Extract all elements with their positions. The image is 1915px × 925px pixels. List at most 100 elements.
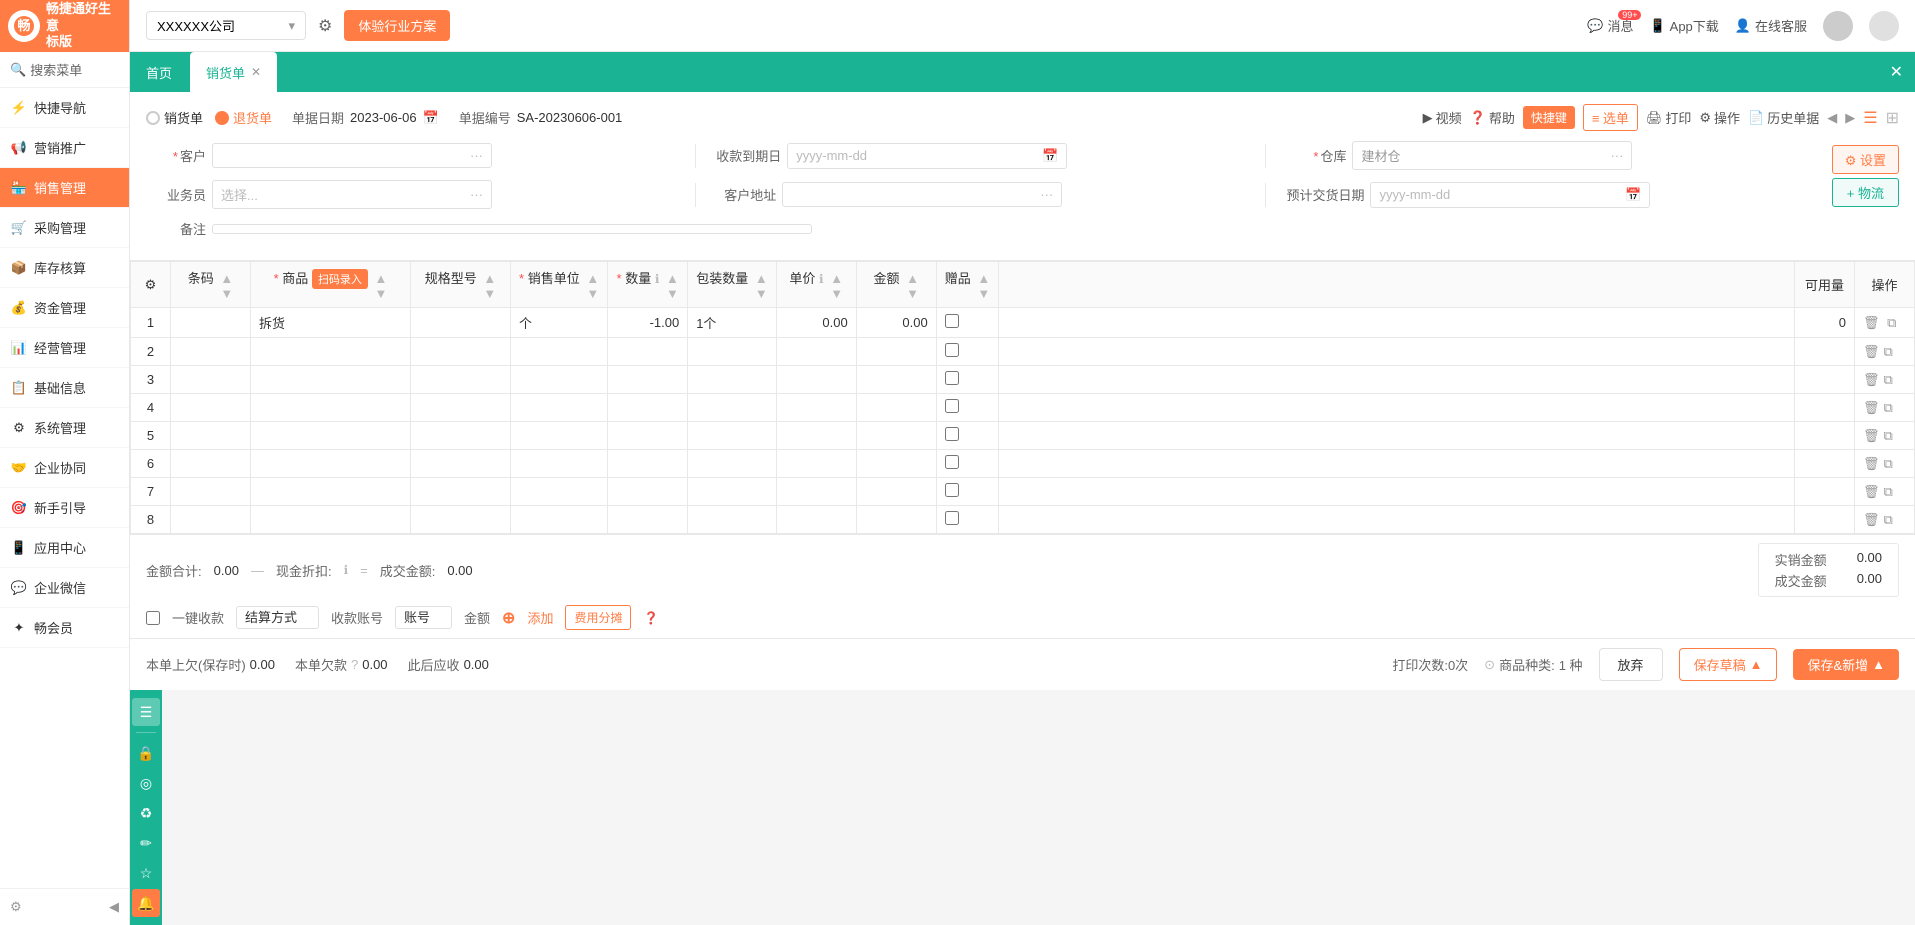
save-draft-button[interactable]: 保存草稿 ▲: [1679, 648, 1778, 681]
sidebar-item-enterprise[interactable]: 🤝 企业协同: [0, 448, 129, 488]
gift-checkbox[interactable]: [945, 483, 959, 497]
trial-button[interactable]: 体验行业方案: [344, 10, 450, 41]
gift-checkbox[interactable]: [945, 399, 959, 413]
right-panel-refresh-icon[interactable]: ♻: [132, 799, 160, 827]
radio-return[interactable]: 退货单: [215, 108, 272, 127]
delete-icon[interactable]: 🗑: [1863, 428, 1880, 443]
collapse-icon[interactable]: ◀: [109, 899, 119, 915]
sidebar-item-wechat[interactable]: 💬 企业微信: [0, 568, 129, 608]
copy-icon[interactable]: ⧉: [1884, 484, 1893, 499]
sidebar-item-basic[interactable]: 📋 基础信息: [0, 368, 129, 408]
user-avatar[interactable]: [1823, 11, 1853, 41]
th-settings[interactable]: ⚙: [131, 262, 171, 308]
list-view-icon[interactable]: ☰: [1863, 108, 1877, 128]
sidebar-item-marketing[interactable]: 📢 营销推广: [0, 128, 129, 168]
prev-icon[interactable]: ◀: [1827, 110, 1837, 126]
settlement-method-select[interactable]: 结算方式: [236, 606, 319, 629]
message-button[interactable]: 💬 消息 99+: [1587, 16, 1633, 35]
tab-home[interactable]: 首页: [130, 52, 188, 92]
online-service-button[interactable]: 👤 在线客服: [1735, 16, 1807, 35]
calendar-icon[interactable]: 📅: [423, 110, 439, 126]
delete-icon[interactable]: 🗑: [1863, 456, 1880, 471]
gift-checkbox[interactable]: [945, 314, 959, 328]
copy-icon[interactable]: ⧉: [1887, 315, 1896, 330]
expected-delivery-input[interactable]: yyyy-mm-dd 📅: [1370, 182, 1650, 208]
payment-cal-icon[interactable]: 📅: [1042, 148, 1058, 164]
ship-button[interactable]: + 物流: [1832, 178, 1899, 207]
sidebar-item-member[interactable]: ✦ 畅会员: [0, 608, 129, 648]
row-unit[interactable]: 个: [511, 308, 608, 338]
add-label[interactable]: 添加: [527, 608, 553, 627]
app-download-button[interactable]: 📱 App下载: [1649, 16, 1718, 35]
one-click-pay-checkbox[interactable]: [146, 611, 160, 625]
help-action[interactable]: ❓ 帮助: [1470, 108, 1515, 127]
row-barcode[interactable]: [171, 308, 251, 338]
row-pack[interactable]: 1个: [688, 308, 777, 338]
gift-checkbox[interactable]: [945, 371, 959, 385]
row-goods[interactable]: 拆货: [251, 308, 411, 338]
settings-button[interactable]: ⚙ 设置: [1832, 145, 1899, 174]
discard-button[interactable]: 放弃: [1599, 648, 1663, 681]
delete-icon[interactable]: 🗑: [1863, 344, 1880, 359]
select-order-button[interactable]: ≡ 选单: [1583, 104, 1638, 131]
sidebar-item-operation[interactable]: 📊 经营管理: [0, 328, 129, 368]
discount-info-icon[interactable]: ℹ: [344, 563, 349, 577]
right-panel-lock-icon[interactable]: 🔒: [132, 739, 160, 767]
delete-icon[interactable]: 🗑: [1863, 372, 1880, 387]
delete-icon[interactable]: 🗑: [1863, 315, 1880, 330]
copy-icon[interactable]: ⧉: [1884, 512, 1893, 527]
sidebar-item-purchase[interactable]: 🛒 采购管理: [0, 208, 129, 248]
sidebar-item-sales[interactable]: 🏪 销售管理: [0, 168, 129, 208]
doc-no-value[interactable]: SA-20230606-001: [517, 110, 623, 125]
history-action[interactable]: 📄 历史单据: [1748, 108, 1819, 127]
right-panel-edit-icon[interactable]: ✏: [132, 829, 160, 857]
copy-icon[interactable]: ⧉: [1884, 428, 1893, 443]
row-amount[interactable]: 0.00: [856, 308, 936, 338]
right-panel-star-icon[interactable]: ☆: [132, 859, 160, 887]
search-menu[interactable]: 🔍 搜索菜单: [0, 52, 129, 88]
delete-icon[interactable]: 🗑: [1863, 512, 1880, 527]
row-spec[interactable]: [411, 308, 511, 338]
sidebar-item-capital[interactable]: 💰 资金管理: [0, 288, 129, 328]
copy-icon[interactable]: ⧉: [1884, 400, 1893, 415]
row-price[interactable]: 0.00: [776, 308, 856, 338]
right-panel-list-icon[interactable]: ☰: [132, 698, 160, 726]
sidebar-item-system[interactable]: ⚙ 系统管理: [0, 408, 129, 448]
video-action[interactable]: ▶ 视频: [1423, 108, 1462, 127]
gift-checkbox[interactable]: [945, 427, 959, 441]
sidebar-item-inventory[interactable]: 📦 库存核算: [0, 248, 129, 288]
date-value[interactable]: 2023-06-06: [350, 110, 417, 125]
warehouse-input[interactable]: 建材仓 ···: [1352, 141, 1632, 170]
gift-checkbox[interactable]: [945, 343, 959, 357]
delete-icon[interactable]: 🗑: [1863, 484, 1880, 499]
company-selector[interactable]: XXXXXX公司 ▾: [146, 11, 306, 40]
customer-input[interactable]: ···: [212, 143, 492, 168]
grid-view-icon[interactable]: ⊞: [1886, 108, 1899, 128]
user-avatar-2[interactable]: [1869, 11, 1899, 41]
notes-input[interactable]: [212, 224, 812, 234]
right-panel-target-icon[interactable]: ◎: [132, 769, 160, 797]
price-info-icon[interactable]: ℹ: [819, 272, 824, 286]
save-new-button[interactable]: 保存&新增 ▲: [1793, 649, 1899, 680]
gift-checkbox[interactable]: [945, 511, 959, 525]
row-qty[interactable]: -1.00: [608, 308, 688, 338]
sidebar-item-guide[interactable]: 🎯 新手引导: [0, 488, 129, 528]
fee-split-button[interactable]: 费用分摊: [565, 605, 631, 630]
next-icon[interactable]: ▶: [1845, 110, 1855, 126]
close-all-icon[interactable]: ✕: [1890, 62, 1903, 82]
goods-type-icon[interactable]: ⊙: [1484, 657, 1495, 673]
tab-close-icon[interactable]: ✕: [251, 65, 261, 79]
gear-icon[interactable]: ⚙: [318, 16, 332, 36]
copy-icon[interactable]: ⧉: [1884, 344, 1893, 359]
delivery-cal-icon[interactable]: 📅: [1625, 187, 1641, 203]
arrears-question-icon[interactable]: ?: [351, 657, 358, 672]
add-button[interactable]: ⊕: [502, 608, 515, 628]
right-panel-notification-icon[interactable]: 🔔: [132, 889, 160, 917]
tab-sale-order[interactable]: 销货单 ✕: [190, 52, 277, 92]
payment-date-input[interactable]: yyyy-mm-dd 📅: [787, 143, 1067, 169]
qty-info-icon[interactable]: ℹ: [655, 272, 660, 286]
sidebar-item-quick-nav[interactable]: ⚡ 快捷导航: [0, 88, 129, 128]
scan-button[interactable]: 扫码录入: [312, 269, 368, 289]
row-gift[interactable]: [936, 308, 999, 338]
gift-checkbox[interactable]: [945, 455, 959, 469]
